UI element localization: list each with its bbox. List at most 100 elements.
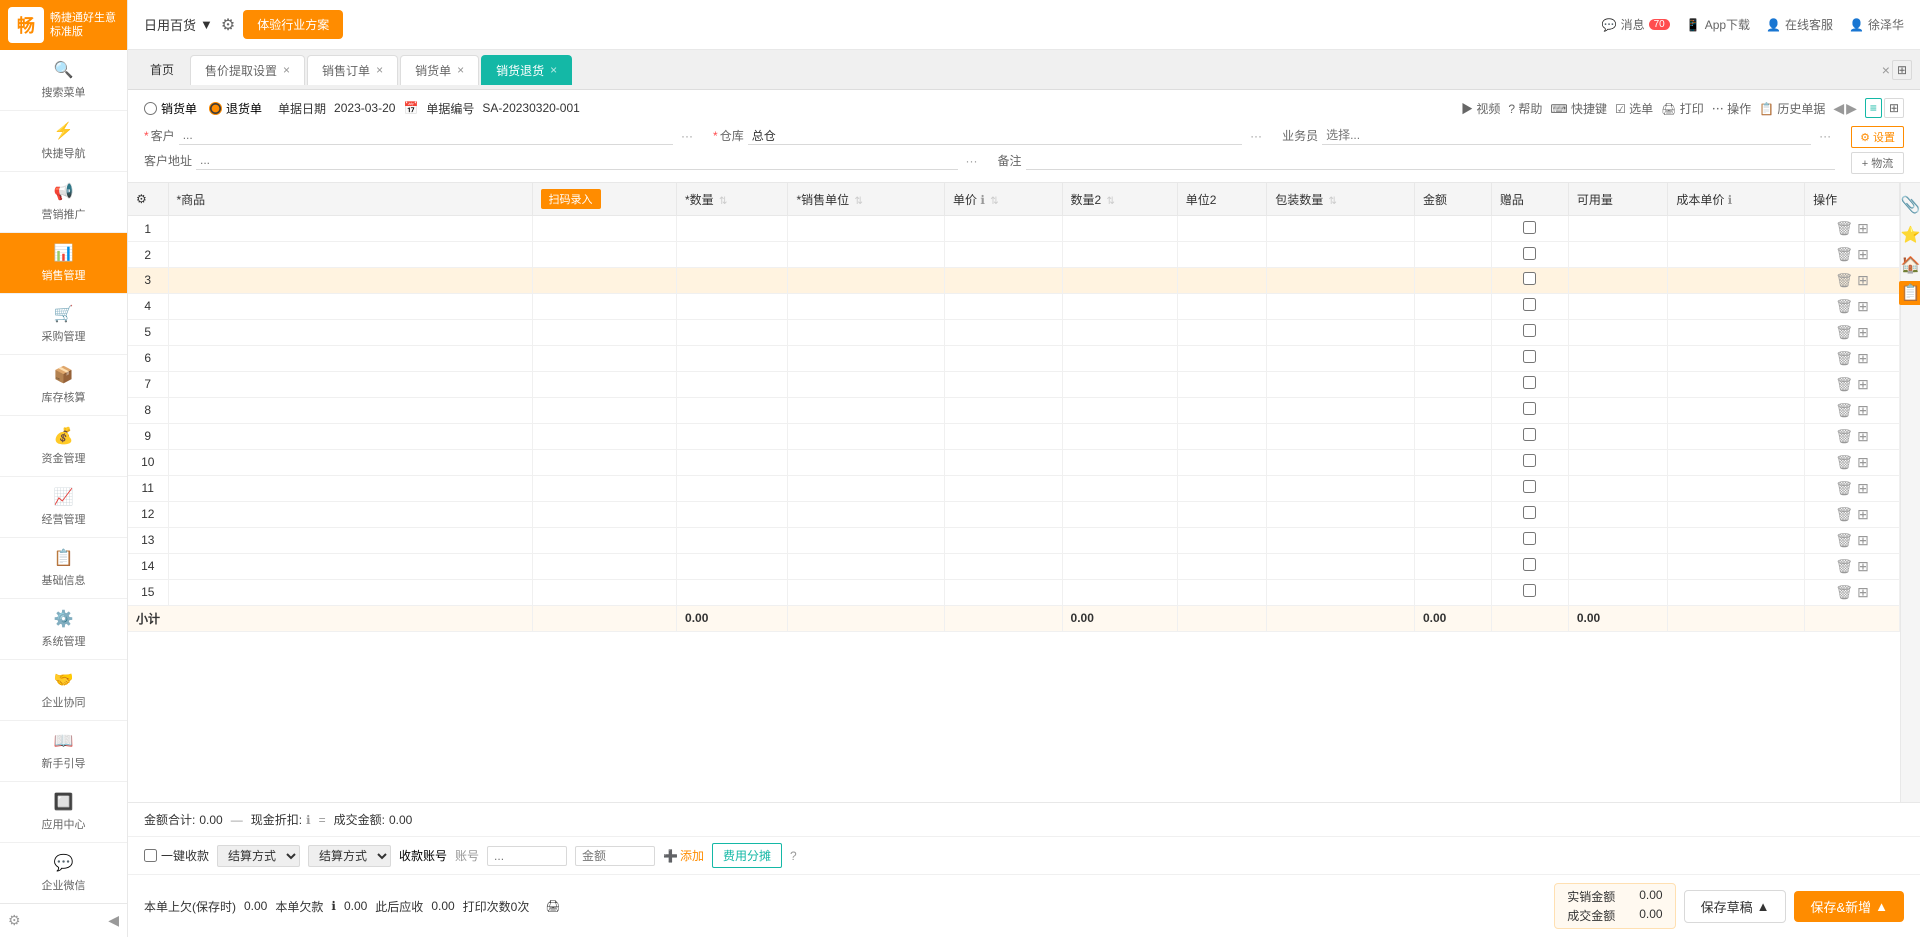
payment-checkbox[interactable] bbox=[144, 849, 157, 862]
tab-sales-return[interactable]: 销货退货 × bbox=[481, 55, 572, 85]
row-price[interactable] bbox=[944, 579, 1062, 605]
scan-input-btn[interactable]: 扫码录入 bbox=[541, 189, 601, 209]
copy-row-btn[interactable]: ⊞ bbox=[1857, 480, 1869, 497]
delete-row-btn[interactable]: 🗑 bbox=[1835, 220, 1853, 237]
row-qty2[interactable] bbox=[1062, 345, 1177, 371]
delete-row-btn[interactable]: 🗑 bbox=[1835, 350, 1853, 367]
qty-sort-icon[interactable]: ⇅ bbox=[719, 196, 727, 207]
gift-checkbox[interactable] bbox=[1523, 558, 1536, 571]
row-cost-price[interactable] bbox=[1668, 319, 1805, 345]
row-unit[interactable] bbox=[788, 345, 945, 371]
calc-method-select[interactable]: 结算方式 bbox=[217, 845, 300, 867]
row-qty2[interactable] bbox=[1062, 475, 1177, 501]
sidebar-item-basic[interactable]: 📋 基础信息 bbox=[0, 538, 127, 599]
row-goods[interactable] bbox=[168, 475, 532, 501]
row-unit2[interactable] bbox=[1177, 475, 1266, 501]
row-unit2[interactable] bbox=[1177, 397, 1266, 423]
row-qty2[interactable] bbox=[1062, 216, 1177, 242]
sidebar-settings-btn[interactable]: ⚙ bbox=[8, 912, 21, 929]
row-unit2[interactable] bbox=[1177, 216, 1266, 242]
row-goods[interactable] bbox=[168, 501, 532, 527]
radio-sales-bill[interactable]: 销货单 bbox=[144, 100, 197, 117]
select-btn[interactable]: ☑ 选单 bbox=[1615, 100, 1653, 117]
radio-sales-bill-input[interactable] bbox=[144, 102, 157, 115]
row-cost-price[interactable] bbox=[1668, 527, 1805, 553]
row-price[interactable] bbox=[944, 371, 1062, 397]
print-btn[interactable]: 🖨 打印 bbox=[1661, 100, 1704, 117]
tab-sales-bill[interactable]: 销货单 × bbox=[400, 55, 479, 85]
row-goods[interactable] bbox=[168, 553, 532, 579]
gift-checkbox[interactable] bbox=[1523, 480, 1536, 493]
row-pack-qty[interactable] bbox=[1267, 242, 1415, 268]
tab-sales-order-close[interactable]: × bbox=[376, 63, 383, 77]
settings-side-btn[interactable]: ⚙ 设置 bbox=[1851, 126, 1904, 148]
row-available[interactable] bbox=[1568, 475, 1667, 501]
salesperson-picker-btn[interactable]: ··· bbox=[1815, 129, 1835, 143]
row-price[interactable] bbox=[944, 242, 1062, 268]
row-unit[interactable] bbox=[788, 319, 945, 345]
row-qty[interactable] bbox=[677, 423, 788, 449]
row-qty2[interactable] bbox=[1062, 423, 1177, 449]
row-pack-qty[interactable] bbox=[1267, 371, 1415, 397]
sidebar-item-inventory[interactable]: 📦 库存核算 bbox=[0, 355, 127, 416]
row-goods[interactable] bbox=[168, 293, 532, 319]
sidebar-item-sales[interactable]: 📊 销售管理 bbox=[0, 233, 127, 294]
copy-row-btn[interactable]: ⊞ bbox=[1857, 272, 1869, 289]
row-unit2[interactable] bbox=[1177, 449, 1266, 475]
gift-checkbox[interactable] bbox=[1523, 221, 1536, 234]
row-amount[interactable] bbox=[1414, 553, 1491, 579]
row-pack-qty[interactable] bbox=[1267, 268, 1415, 294]
row-price[interactable] bbox=[944, 527, 1062, 553]
warehouse-input[interactable] bbox=[748, 126, 1242, 145]
sidebar-item-search[interactable]: 🔍 搜索菜单 bbox=[0, 50, 127, 111]
radio-return-bill-input[interactable] bbox=[209, 102, 222, 115]
row-qty[interactable] bbox=[677, 371, 788, 397]
gift-checkbox[interactable] bbox=[1523, 324, 1536, 337]
row-price[interactable] bbox=[944, 475, 1062, 501]
delete-row-btn[interactable]: 🗑 bbox=[1835, 506, 1853, 523]
row-price[interactable] bbox=[944, 501, 1062, 527]
row-qty2[interactable] bbox=[1062, 449, 1177, 475]
operation-btn[interactable]: ⋯ 操作 bbox=[1712, 100, 1751, 117]
row-qty2[interactable] bbox=[1062, 371, 1177, 397]
row-amount[interactable] bbox=[1414, 449, 1491, 475]
price-sort-icon[interactable]: ⇅ bbox=[990, 196, 998, 207]
row-goods[interactable] bbox=[168, 319, 532, 345]
row-available[interactable] bbox=[1568, 579, 1667, 605]
delete-row-btn[interactable]: 🗑 bbox=[1835, 298, 1853, 315]
row-qty[interactable] bbox=[677, 293, 788, 319]
shortcut-btn[interactable]: ⌨ 快捷键 bbox=[1550, 100, 1607, 117]
account-input[interactable] bbox=[487, 846, 567, 866]
row-unit2[interactable] bbox=[1177, 293, 1266, 319]
fee-split-btn[interactable]: 费用分摊 bbox=[712, 843, 782, 868]
row-qty[interactable] bbox=[677, 449, 788, 475]
sidebar-item-finance[interactable]: 💰 资金管理 bbox=[0, 416, 127, 477]
row-unit[interactable] bbox=[788, 449, 945, 475]
copy-row-btn[interactable]: ⊞ bbox=[1857, 506, 1869, 523]
amount-input[interactable] bbox=[575, 846, 655, 866]
row-goods[interactable] bbox=[168, 216, 532, 242]
row-amount[interactable] bbox=[1414, 319, 1491, 345]
sidebar-item-quick-nav[interactable]: ⚡ 快捷导航 bbox=[0, 111, 127, 172]
row-amount[interactable] bbox=[1414, 293, 1491, 319]
customer-input[interactable] bbox=[179, 126, 673, 145]
delete-row-btn[interactable]: 🗑 bbox=[1835, 376, 1853, 393]
price-tip-icon[interactable]: ℹ bbox=[980, 193, 985, 207]
row-amount[interactable] bbox=[1414, 216, 1491, 242]
row-amount[interactable] bbox=[1414, 345, 1491, 371]
cost-tip-icon[interactable]: ℹ bbox=[1728, 193, 1733, 207]
row-amount[interactable] bbox=[1414, 423, 1491, 449]
delete-row-btn[interactable]: 🗑 bbox=[1835, 246, 1853, 263]
row-pack-qty[interactable] bbox=[1267, 553, 1415, 579]
sidebar-item-marketing[interactable]: 📢 营销推广 bbox=[0, 172, 127, 233]
row-unit2[interactable] bbox=[1177, 319, 1266, 345]
row-price[interactable] bbox=[944, 293, 1062, 319]
sidebar-item-purchase[interactable]: 🛒 采购管理 bbox=[0, 294, 127, 355]
fullscreen-btn[interactable]: ⊞ bbox=[1892, 60, 1912, 80]
row-pack-qty[interactable] bbox=[1267, 527, 1415, 553]
copy-row-btn[interactable]: ⊞ bbox=[1857, 402, 1869, 419]
row-unit[interactable] bbox=[788, 527, 945, 553]
tab-sales-return-close[interactable]: × bbox=[550, 63, 557, 77]
row-unit[interactable] bbox=[788, 423, 945, 449]
row-pack-qty[interactable] bbox=[1267, 319, 1415, 345]
